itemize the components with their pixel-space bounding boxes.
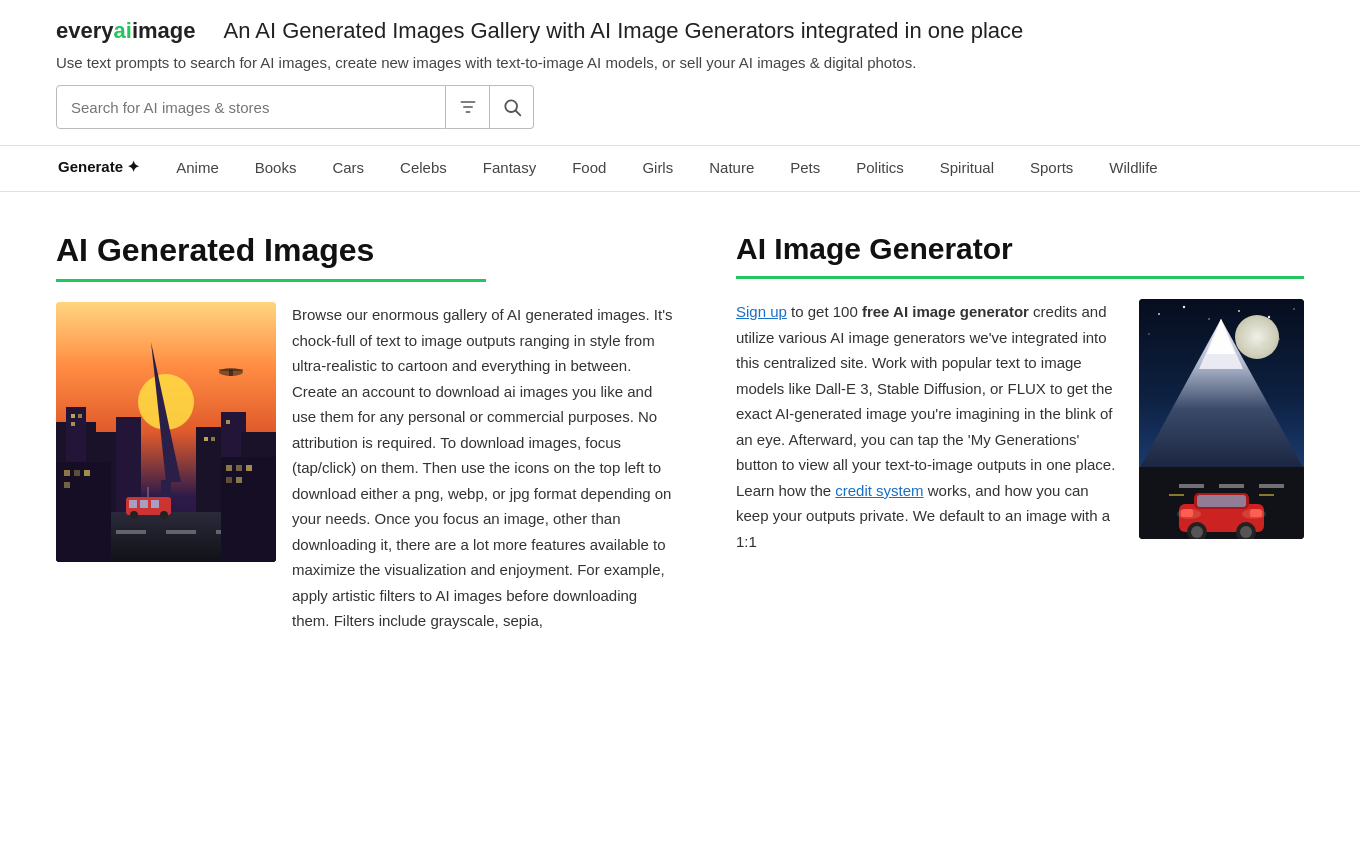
logo-ai: ai <box>114 18 132 44</box>
search-icon <box>502 97 522 117</box>
right-title-underline <box>736 276 1304 279</box>
nav-item-wildlife[interactable]: Wildlife <box>1091 147 1175 191</box>
svg-rect-67 <box>1169 494 1184 496</box>
svg-rect-70 <box>1259 494 1274 496</box>
svg-rect-39 <box>74 470 80 476</box>
svg-rect-66 <box>1259 484 1284 488</box>
left-section-title: AI Generated Images <box>56 232 676 269</box>
svg-point-49 <box>1183 306 1185 308</box>
header-tagline: An AI Generated Images Gallery with AI I… <box>223 18 1023 44</box>
svg-rect-27 <box>71 414 75 418</box>
svg-rect-44 <box>246 465 252 471</box>
svg-point-81 <box>1242 509 1266 519</box>
nav-item-cars[interactable]: Cars <box>314 147 382 191</box>
nav-item-nature[interactable]: Nature <box>691 147 772 191</box>
filter-icon <box>458 97 478 117</box>
category-nav: Generate ✦ Anime Books Cars Celebs Fanta… <box>0 145 1360 192</box>
svg-rect-43 <box>236 465 242 471</box>
svg-rect-32 <box>226 420 230 424</box>
svg-rect-22 <box>140 500 148 508</box>
svg-rect-31 <box>211 437 215 441</box>
left-body-text: Browse our enormous gallery of AI genera… <box>292 302 676 634</box>
right-content-block: Sign up to get 100 free AI image generat… <box>736 299 1304 554</box>
svg-rect-23 <box>151 500 159 508</box>
description-text: Use text prompts to search for AI images… <box>56 54 916 71</box>
nav-item-fantasy[interactable]: Fantasy <box>465 147 554 191</box>
svg-rect-42 <box>226 465 232 471</box>
left-content-block: Browse our enormous gallery of AI genera… <box>56 302 676 634</box>
svg-rect-73 <box>1197 495 1246 507</box>
svg-point-50 <box>1208 318 1210 320</box>
signup-link[interactable]: Sign up <box>736 303 787 320</box>
svg-rect-15 <box>161 480 171 495</box>
svg-point-79 <box>1240 526 1252 538</box>
svg-rect-46 <box>236 477 242 483</box>
nav-item-sports[interactable]: Sports <box>1012 147 1091 191</box>
free-credits-bold: free AI image generator <box>862 303 1029 320</box>
city-scene-svg <box>56 302 276 562</box>
filter-button[interactable] <box>446 85 490 129</box>
right-column: AI Image Generator Sign up to get 100 fr… <box>736 232 1304 634</box>
svg-line-4 <box>515 111 520 116</box>
search-button[interactable] <box>490 85 534 129</box>
svg-rect-30 <box>204 437 208 441</box>
search-bar <box>0 85 1360 145</box>
nav-item-girls[interactable]: Girls <box>624 147 691 191</box>
svg-point-80 <box>1177 509 1201 519</box>
left-paragraph: Browse our enormous gallery of AI genera… <box>292 306 673 629</box>
logo[interactable]: everyaiimage <box>56 18 195 44</box>
svg-point-25 <box>130 511 138 519</box>
search-input[interactable] <box>56 85 446 129</box>
header: everyaiimage An AI Generated Images Gall… <box>0 0 1360 54</box>
right-section-title: AI Image Generator <box>736 232 1304 266</box>
svg-rect-45 <box>226 477 232 483</box>
svg-rect-65 <box>1219 484 1244 488</box>
left-title-underline <box>56 279 486 282</box>
svg-point-59 <box>1252 347 1257 352</box>
main-content: AI Generated Images <box>0 192 1360 674</box>
svg-rect-38 <box>64 470 70 476</box>
svg-rect-40 <box>84 470 90 476</box>
nav-item-politics[interactable]: Politics <box>838 147 922 191</box>
svg-point-57 <box>1243 328 1251 336</box>
mountain-car-svg <box>1139 299 1304 539</box>
nav-item-spiritual[interactable]: Spiritual <box>922 147 1012 191</box>
svg-point-53 <box>1293 308 1295 310</box>
svg-rect-36 <box>56 462 111 562</box>
svg-point-54 <box>1148 333 1150 335</box>
svg-point-56 <box>1235 315 1279 359</box>
svg-rect-37 <box>221 457 276 562</box>
svg-point-78 <box>1191 526 1203 538</box>
svg-point-48 <box>1158 313 1160 315</box>
svg-rect-34 <box>229 370 233 376</box>
nav-item-anime[interactable]: Anime <box>158 147 237 191</box>
svg-rect-64 <box>1179 484 1204 488</box>
svg-rect-18 <box>166 530 196 534</box>
nav-item-books[interactable]: Books <box>237 147 315 191</box>
svg-rect-17 <box>116 530 146 534</box>
right-hero-image[interactable] <box>1139 299 1304 539</box>
svg-rect-28 <box>78 414 82 418</box>
svg-point-51 <box>1238 310 1240 312</box>
nav-item-food[interactable]: Food <box>554 147 624 191</box>
nav-item-pets[interactable]: Pets <box>772 147 838 191</box>
nav-item-generate[interactable]: Generate ✦ <box>40 146 158 191</box>
svg-rect-21 <box>129 500 137 508</box>
svg-rect-29 <box>71 422 75 426</box>
left-hero-image[interactable] <box>56 302 276 562</box>
svg-rect-41 <box>64 482 70 488</box>
svg-point-26 <box>160 511 168 519</box>
nav-item-celebs[interactable]: Celebs <box>382 147 465 191</box>
svg-point-52 <box>1268 316 1270 318</box>
logo-prefix: every <box>56 18 114 44</box>
site-description: Use text prompts to search for AI images… <box>0 54 1360 85</box>
logo-suffix: image <box>132 18 196 44</box>
right-body-text: Sign up to get 100 free AI image generat… <box>736 299 1123 554</box>
left-column: AI Generated Images <box>56 232 676 634</box>
svg-point-58 <box>1261 341 1267 347</box>
credit-system-link[interactable]: credit system <box>835 482 923 499</box>
